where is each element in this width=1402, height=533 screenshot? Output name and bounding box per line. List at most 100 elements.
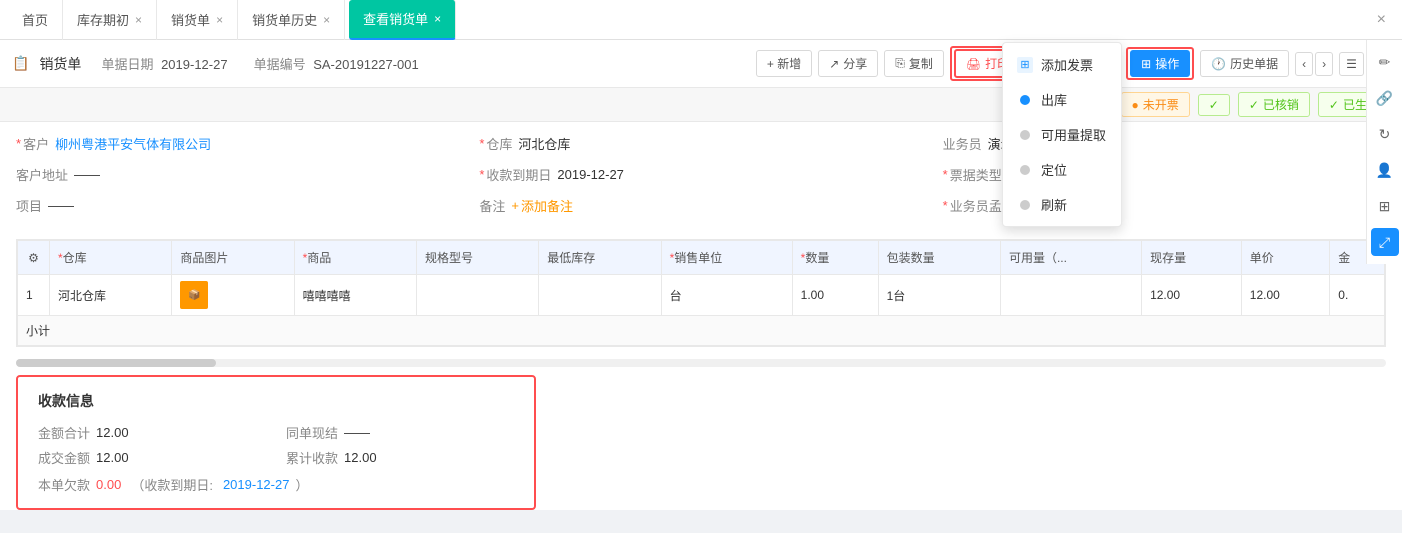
- prev-button[interactable]: ‹: [1295, 52, 1313, 76]
- form-row-1: * 客户 柳州粤港平安气体有限公司 * 仓库 河北仓库 业务员 演示账号: [16, 134, 1386, 153]
- tab-sales-order[interactable]: 销货单 ×: [157, 0, 238, 40]
- cumulative-value: 12.00: [344, 450, 377, 465]
- close-tab-inventory[interactable]: ×: [135, 13, 142, 27]
- operations-dropdown: ⊞ 添加发票 出库 可用量提取 定位 刷新: [1002, 42, 1122, 227]
- customer-value[interactable]: 柳州粤港平安气体有限公司: [55, 134, 211, 153]
- td-pack-qty: 1台: [878, 275, 1000, 316]
- add-invoice-icon: ⊞: [1017, 57, 1033, 73]
- th-stock: 现存量: [1142, 241, 1242, 275]
- available-qty-item[interactable]: 可用量提取: [1003, 117, 1121, 152]
- th-unit-price: 单价: [1241, 241, 1329, 275]
- next-button[interactable]: ›: [1315, 52, 1333, 76]
- tab-sales-history[interactable]: 销货单历史 ×: [238, 0, 345, 40]
- not-opened-button[interactable]: ● 未开票: [1121, 92, 1190, 117]
- th-quantity: *数量: [792, 241, 878, 275]
- sidebar-edit-icon[interactable]: ✏: [1371, 48, 1399, 76]
- horizontal-scrollbar[interactable]: [16, 359, 1386, 367]
- outbound-icon: [1017, 92, 1033, 108]
- operations-highlight-box: ⊞ 操作: [1126, 47, 1194, 80]
- table-container: ⚙ *仓库 商品图片 *商品 规格型号 最低库存 *销售单位 *数量 包装数量 …: [16, 239, 1386, 347]
- total-value: 12.00: [96, 425, 129, 440]
- same-order-row: 同单现结 ——: [286, 423, 514, 442]
- table-row: 1 河北仓库 📦 嘻嘻嘻嘻 台 1.00 1台 12.00 12.00 0.: [18, 275, 1385, 316]
- close-tab-view-sales[interactable]: ×: [434, 12, 441, 26]
- add-invoice-item[interactable]: ⊞ 添加发票: [1003, 47, 1121, 82]
- outbound-item[interactable]: 出库: [1003, 82, 1121, 117]
- tab-home[interactable]: 首页: [8, 0, 63, 40]
- total-row: 金额合计 12.00: [38, 423, 266, 442]
- locate-item[interactable]: 定位: [1003, 152, 1121, 187]
- table-header-row: ⚙ *仓库 商品图片 *商品 规格型号 最低库存 *销售单位 *数量 包装数量 …: [18, 241, 1385, 275]
- td-unit-price: 12.00: [1241, 275, 1329, 316]
- td-quantity: 1.00: [792, 275, 878, 316]
- td-unit: 台: [661, 275, 792, 316]
- sidebar-expand-icon[interactable]: ⤢: [1371, 228, 1399, 256]
- payment-date-field: * 收款到期日 2019-12-27: [479, 165, 922, 184]
- product-image: 📦: [180, 281, 208, 309]
- cumulative-row: 累计收款 12.00: [286, 448, 514, 467]
- add-remark-button[interactable]: + 添加备注: [511, 196, 573, 215]
- plus-icon: +: [511, 198, 519, 213]
- outstanding-value: 0.00: [96, 477, 121, 492]
- operations-icon: ⊞: [1141, 57, 1151, 71]
- deal-amount-row: 成交金额 12.00: [38, 448, 266, 467]
- subtotal-row: 小计: [18, 316, 1385, 346]
- share-button[interactable]: ↗ 分享: [818, 50, 878, 77]
- td-amount: 0.: [1330, 275, 1385, 316]
- copy-button[interactable]: ⎘ 复制: [884, 50, 944, 77]
- warehouse-value: 河北仓库: [518, 134, 570, 153]
- payment-title: 收款信息: [38, 391, 514, 411]
- address-field: 客户地址 ——: [16, 165, 459, 184]
- confirmed-badge: ✓ 已核销: [1238, 92, 1310, 117]
- available-qty-icon: [1017, 127, 1033, 143]
- share-icon: ↗: [829, 57, 839, 71]
- outstanding-row: 本单欠款 0.00 （收款到期日: 2019-12-27 ）: [38, 475, 514, 494]
- window-close-button[interactable]: ×: [1369, 11, 1394, 29]
- new-button[interactable]: + 新增: [756, 50, 812, 77]
- ticket-icon: ●: [1132, 98, 1139, 112]
- close-tab-sales[interactable]: ×: [216, 13, 223, 27]
- tab-view-sales[interactable]: 查看销货单 ×: [349, 0, 456, 40]
- th-product-img: 商品图片: [172, 241, 294, 275]
- history-icon: 🕐: [1211, 57, 1226, 71]
- doc-title: 销货单: [39, 54, 81, 74]
- payment-grid: 金额合计 12.00 同单现结 —— 成交金额 12.00 累计收款 12.00…: [38, 423, 514, 494]
- sidebar-user-icon[interactable]: 👤: [1371, 156, 1399, 184]
- th-min-stock: 最低库存: [539, 241, 661, 275]
- check-icon-button[interactable]: ✓: [1198, 94, 1230, 116]
- sales-table: ⚙ *仓库 商品图片 *商品 规格型号 最低库存 *销售单位 *数量 包装数量 …: [17, 240, 1385, 346]
- payment-section: 收款信息 金额合计 12.00 同单现结 —— 成交金额 12.00 累计收款 …: [16, 375, 536, 510]
- td-subtotal: 小计: [18, 316, 1385, 346]
- close-tab-history[interactable]: ×: [323, 13, 330, 27]
- history-button[interactable]: 🕐 历史单据: [1200, 50, 1289, 77]
- td-index: 1: [18, 275, 50, 316]
- doc-icon: 📋: [12, 55, 29, 72]
- th-pack-qty: 包装数量: [878, 241, 1000, 275]
- locate-icon: [1017, 162, 1033, 178]
- th-gear: ⚙: [18, 241, 50, 275]
- tab-inventory-init[interactable]: 库存期初 ×: [63, 0, 157, 40]
- form-section: * 客户 柳州粤港平安气体有限公司 * 仓库 河北仓库 业务员 演示账号 客户地…: [0, 122, 1402, 239]
- tab-bar: 首页 库存期初 × 销货单 × 销货单历史 × 查看销货单 × ×: [0, 0, 1402, 40]
- project-value: ——: [48, 198, 74, 213]
- td-spec: [416, 275, 538, 316]
- sub-toolbar: 📱 来自手机 ● 未开票 ✓ ✓ 已核销 ✓ 已生效: [0, 88, 1402, 122]
- sidebar-grid-icon[interactable]: ⊞: [1371, 192, 1399, 220]
- th-product: *商品: [294, 241, 416, 275]
- td-warehouse: 河北仓库: [50, 275, 172, 316]
- sidebar-rotate-icon[interactable]: ↻: [1371, 120, 1399, 148]
- right-sidebar: ✏ 🔗 ↻ 👤 ⊞ ⤢: [1366, 40, 1402, 264]
- payment-date-value: 2019-12-27: [557, 167, 624, 182]
- remark-field: 备注 + 添加备注: [479, 196, 922, 215]
- refresh-icon: [1017, 197, 1033, 213]
- sidebar-link-icon[interactable]: 🔗: [1371, 84, 1399, 112]
- print-icon: 🖨: [966, 57, 981, 71]
- td-min-stock: [539, 275, 661, 316]
- td-product: 嘻嘻嘻嘻: [294, 275, 416, 316]
- list-view-button[interactable]: ☰: [1339, 52, 1364, 76]
- operations-button[interactable]: ⊞ 操作: [1130, 50, 1190, 77]
- refresh-item[interactable]: 刷新: [1003, 187, 1121, 222]
- scrollbar-thumb[interactable]: [16, 359, 216, 367]
- project-field: 项目 ——: [16, 196, 459, 215]
- effective-check-icon: ✓: [1329, 98, 1339, 112]
